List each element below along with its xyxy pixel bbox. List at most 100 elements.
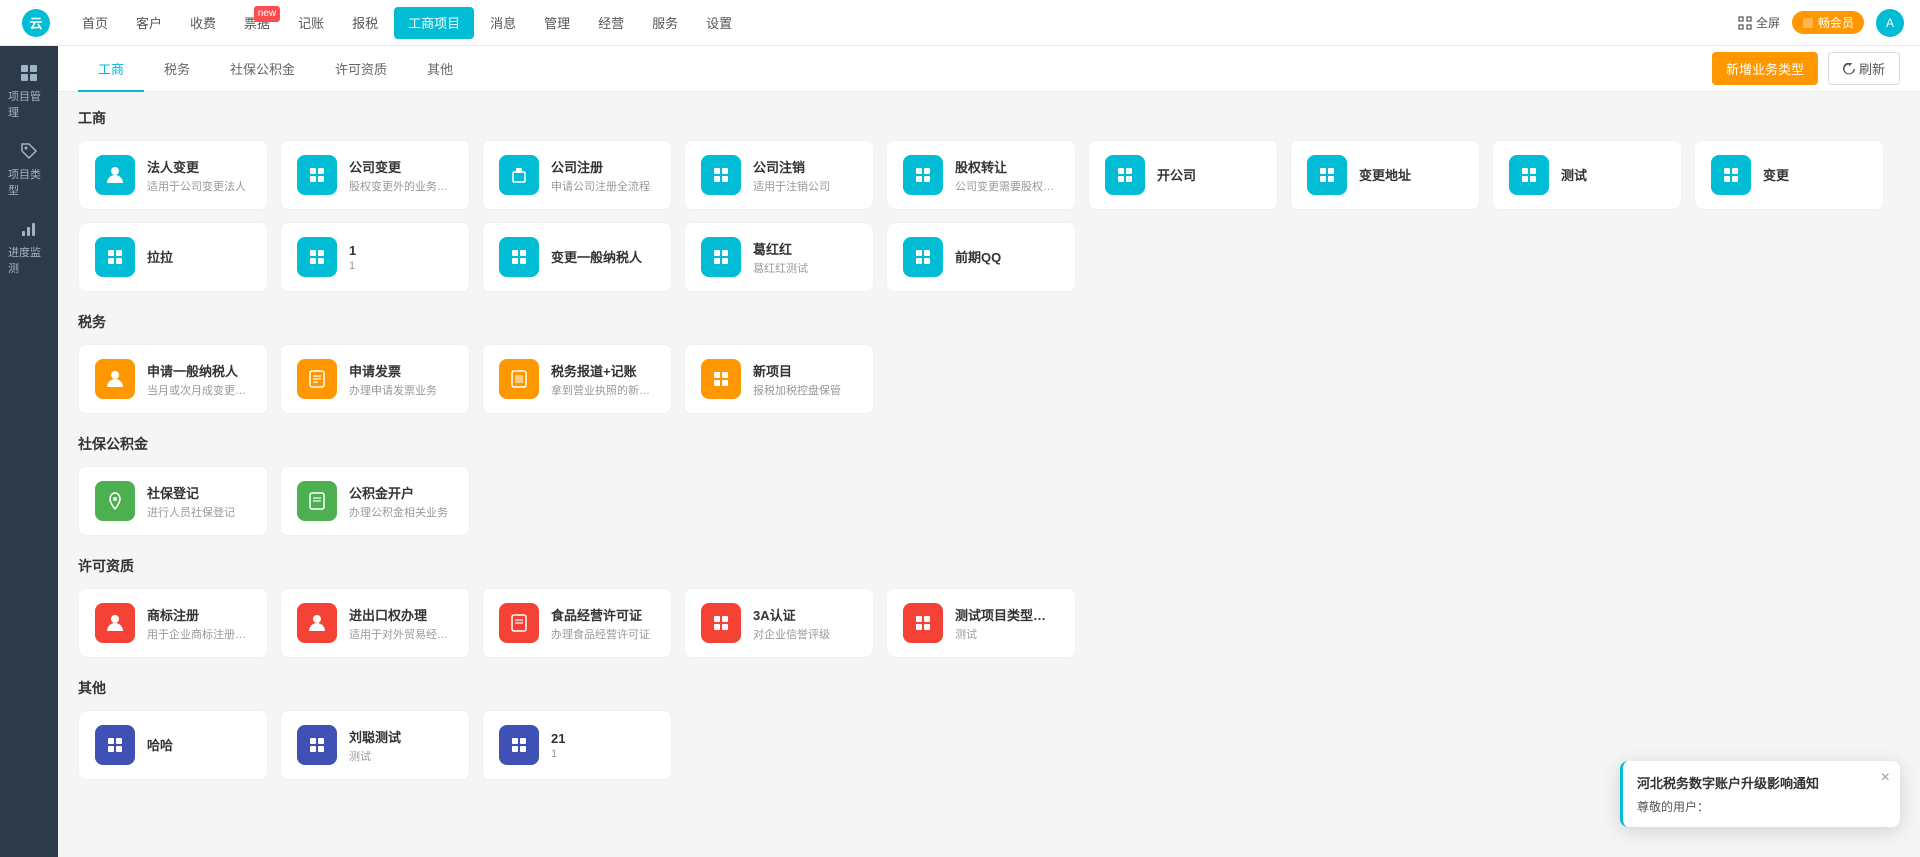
card-gupan-zhuanrang[interactable]: 股权转让 公司变更需要股权转让 [886, 140, 1076, 210]
nav-manage[interactable]: 管理 [530, 0, 584, 46]
card-ceshi-type[interactable]: 测试项目类型目定义 测试 [886, 588, 1076, 658]
card-name: 开公司 [1157, 165, 1261, 184]
fullscreen-btn[interactable]: 全屏 [1738, 14, 1780, 31]
card-name: 3A认证 [753, 605, 857, 624]
app-logo[interactable]: 云 [16, 3, 56, 43]
sidebar-item-progress[interactable]: 进度监测 [4, 210, 54, 284]
card-desc: 办理公积金相关业务 [349, 504, 453, 520]
card-desc: 测试 [955, 626, 1059, 642]
section-title-xuke: 许可资质 [78, 556, 1900, 576]
tab-gongshang[interactable]: 工商 [78, 46, 144, 92]
card-shangbiao[interactable]: 商标注册 用于企业商标注册服务 [78, 588, 268, 658]
card-shipin-xuke[interactable]: 食品经营许可证 办理食品经营许可证 [482, 588, 672, 658]
main-layout: 项目管理 项目类型 进度监测 工商 税务 社保公积金 许可资质 其他 新增业务类… [0, 46, 1920, 857]
card-shenqing-nashui[interactable]: 申请一般纳税人 当月或次月成变更完成 [78, 344, 268, 414]
section-shebao: 社保公积金 社保登记 进行人员社保登记 [78, 434, 1900, 536]
card-shebao-dengji[interactable]: 社保登记 进行人员社保登记 [78, 466, 268, 536]
nav-settings[interactable]: 设置 [692, 0, 746, 46]
cards-grid-gongshang: 法人变更 适用于公司变更法人 公司变更 股权变更外的业务变更 [78, 140, 1900, 292]
card-liucong-ceshi[interactable]: 刘聪测试 测试 [280, 710, 470, 780]
card-desc: 1 [349, 260, 453, 272]
new-type-button[interactable]: 新增业务类型 [1712, 52, 1818, 85]
cards-grid-shebao: 社保登记 进行人员社保登记 公积金开户 办理公积金相关业务 [78, 466, 1900, 536]
card-icon [1105, 155, 1145, 195]
tab-shuiwu[interactable]: 税务 [144, 46, 210, 92]
tab-xuke[interactable]: 许可资质 [315, 46, 407, 92]
nav-ticket[interactable]: 票据 new [230, 0, 284, 46]
card-icon [297, 481, 337, 521]
card-name: 新项目 [753, 361, 857, 380]
nav-right: 全屏 畅会员 A [1738, 9, 1904, 37]
card-name: 21 [551, 731, 655, 746]
card-name: 哈哈 [147, 735, 251, 754]
vip-icon [1802, 17, 1814, 29]
sidebar-label-progress: 进度监测 [8, 244, 50, 276]
tab-shebao[interactable]: 社保公积金 [210, 46, 315, 92]
section-title-gongshang: 工商 [78, 108, 1900, 128]
sidebar-item-project-manage[interactable]: 项目管理 [4, 54, 54, 128]
cards-grid-xuke: 商标注册 用于企业商标注册服务 进出口权办理 适用于对外贸易经营者 [78, 588, 1900, 658]
card-name: 测试项目类型目定义 [955, 605, 1059, 624]
card-biangeng-dizhi[interactable]: 变更地址 [1290, 140, 1480, 210]
card-3a-renzheng[interactable]: 3A认证 对企业信誉评级 [684, 588, 874, 658]
card-name: 社保登记 [147, 483, 251, 502]
card-icon [95, 725, 135, 765]
content-scroll: 工商 法人变更 适用于公司变更法人 [58, 92, 1920, 857]
card-gongsi-zhuce[interactable]: 公司注册 申请公司注册全流程 [482, 140, 672, 210]
nav-message[interactable]: 消息 [476, 0, 530, 46]
card-one[interactable]: 1 1 [280, 222, 470, 292]
nav-home[interactable]: 首页 [68, 0, 122, 46]
card-icon [95, 237, 135, 277]
card-name: 测试 [1561, 165, 1665, 184]
card-name: 拉拉 [147, 247, 251, 266]
card-shenqing-fapiao[interactable]: 申请发票 办理申请发票业务 [280, 344, 470, 414]
card-qianqi-qq[interactable]: 前期QQ [886, 222, 1076, 292]
section-title-shebao: 社保公积金 [78, 434, 1900, 454]
card-name: 申请一般纳税人 [147, 361, 251, 380]
card-name: 刘聪测试 [349, 727, 453, 746]
vip-button[interactable]: 畅会员 [1792, 11, 1864, 34]
sidebar-item-project-type[interactable]: 项目类型 [4, 132, 54, 206]
nav-bookkeeping[interactable]: 记账 [284, 0, 338, 46]
card-faziren[interactable]: 法人变更 适用于公司变更法人 [78, 140, 268, 210]
card-name: 公司注销 [753, 157, 857, 176]
card-biangeng-nashui[interactable]: 变更一般纳税人 [482, 222, 672, 292]
card-desc: 适用于公司变更法人 [147, 178, 251, 194]
card-gongsi-zhuxiao[interactable]: 公司注销 适用于注销公司 [684, 140, 874, 210]
card-jinchukou[interactable]: 进出口权办理 适用于对外贸易经营者 [280, 588, 470, 658]
tab-qita[interactable]: 其他 [407, 46, 473, 92]
card-lala[interactable]: 拉拉 [78, 222, 268, 292]
nav-billing[interactable]: 收费 [176, 0, 230, 46]
card-icon [903, 237, 943, 277]
sub-tabs: 工商 税务 社保公积金 许可资质 其他 新增业务类型 刷新 [58, 46, 1920, 92]
card-haha[interactable]: 哈哈 [78, 710, 268, 780]
card-xinxiangmu[interactable]: 新项目 报税加税控盘保管 [684, 344, 874, 414]
notification-close[interactable]: × [1881, 769, 1890, 787]
card-name: 公司变更 [349, 157, 453, 176]
card-icon [297, 155, 337, 195]
card-icon [499, 155, 539, 195]
card-desc: 报税加税控盘保管 [753, 382, 857, 398]
nav-service[interactable]: 服务 [638, 0, 692, 46]
card-21[interactable]: 21 1 [482, 710, 672, 780]
card-gongjijin-kaihu[interactable]: 公积金开户 办理公积金相关业务 [280, 466, 470, 536]
card-icon [1711, 155, 1751, 195]
card-desc: 进行人员社保登记 [147, 504, 251, 520]
nav-operation[interactable]: 经营 [584, 0, 638, 46]
card-ceshi[interactable]: 测试 [1492, 140, 1682, 210]
card-gongsi-biangeng[interactable]: 公司变更 股权变更外的业务变更 [280, 140, 470, 210]
user-avatar[interactable]: A [1876, 9, 1904, 37]
card-icon [701, 359, 741, 399]
card-biangeng[interactable]: 变更 [1694, 140, 1884, 210]
card-name: 法人变更 [147, 157, 251, 176]
card-name: 公积金开户 [349, 483, 453, 502]
card-desc: 股权变更外的业务变更 [349, 178, 453, 194]
nav-customer[interactable]: 客户 [122, 0, 176, 46]
card-kaigongsi[interactable]: 开公司 [1088, 140, 1278, 210]
refresh-button[interactable]: 刷新 [1828, 52, 1900, 85]
nav-business[interactable]: 工商项目 [394, 7, 474, 39]
notification-title: 河北税务数字账户升级影响通知 [1637, 773, 1886, 792]
card-gehonghong[interactable]: 葛红红 葛红红测试 [684, 222, 874, 292]
card-shuiwu-baodao[interactable]: 税务报道+记账 拿到营业执照的新公司 [482, 344, 672, 414]
nav-tax[interactable]: 报税 [338, 0, 392, 46]
